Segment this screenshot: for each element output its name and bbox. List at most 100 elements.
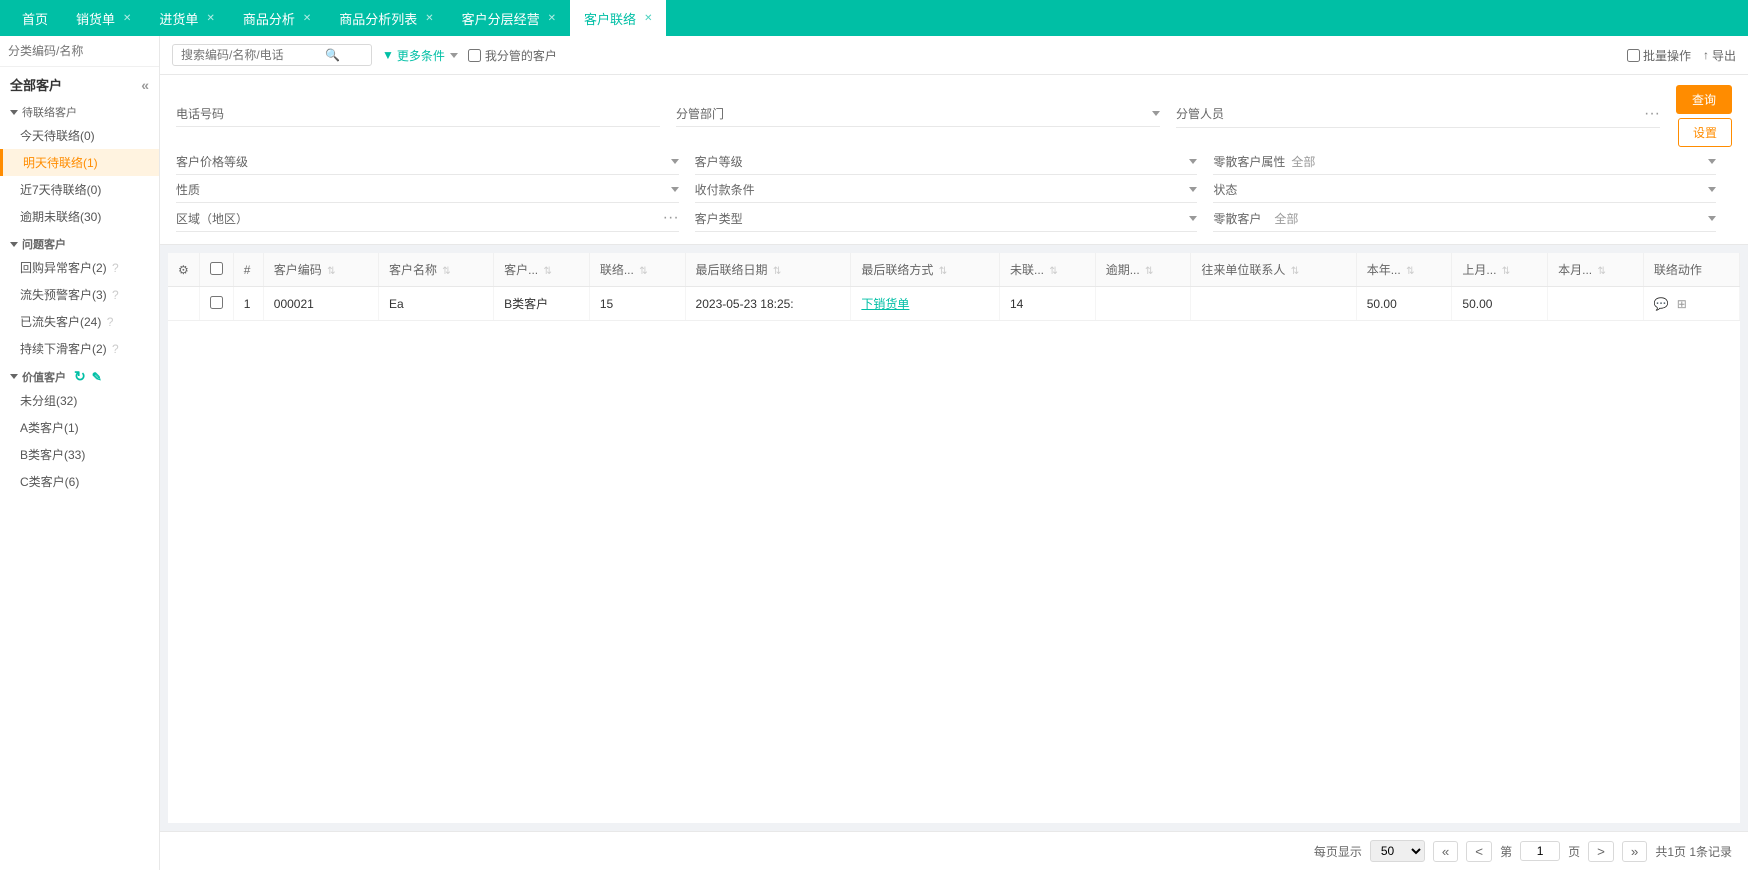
customer-level-select[interactable] [756,159,1198,164]
status-select[interactable] [1274,187,1716,192]
sidebar-item-b-class[interactable]: B类客户(33) [0,441,159,468]
last-page-btn[interactable]: » [1622,841,1647,862]
filter-nature: 性质 [176,181,679,203]
col-checkbox [199,253,233,287]
export-button[interactable]: ↑ 导出 [1703,47,1736,64]
nav-analysis-list[interactable]: 商品分析列表 ✕ [325,0,447,36]
col-overdue[interactable]: 逾期... ⇅ [1095,253,1191,287]
batch-op-check[interactable] [1627,49,1640,62]
sidebar-item-a-class[interactable]: A类客户(1) [0,414,159,441]
nav-customer-segment[interactable]: 客户分层经营 ✕ [448,0,570,36]
dept-select[interactable] [737,111,1160,116]
prev-page-btn[interactable]: < [1466,841,1492,862]
total-label: 共1页 1条记录 [1655,843,1732,860]
retail-customer-select[interactable]: 全部 [1274,210,1716,227]
sidebar-item-overdue[interactable]: 逾期未联络(30) [0,203,159,230]
my-customers-check[interactable] [468,49,481,62]
close-icon[interactable]: ✕ [425,13,433,24]
retail-attr-select[interactable]: 全部 [1291,153,1716,170]
qr-icon[interactable]: ⊞ [1677,297,1687,311]
search-icon[interactable]: 🔍 [325,48,340,62]
col-last-month[interactable]: 上月... ⇅ [1452,253,1548,287]
settings-button[interactable]: 设置 [1678,118,1732,147]
nav-home[interactable]: 首页 [8,0,62,36]
nav-analysis[interactable]: 商品分析 ✕ [229,0,325,36]
cell-name: Ea [378,287,493,321]
sidebar-item-7days[interactable]: 近7天待联络(0) [0,176,159,203]
close-icon[interactable]: ✕ [303,13,311,24]
col-contact[interactable]: 联络... ⇅ [589,253,685,287]
customer-type-select[interactable] [756,216,1198,221]
col-last-method[interactable]: 最后联络方式 ⇅ [851,253,1000,287]
page-input[interactable] [1520,841,1560,861]
col-unlisted[interactable]: 未联... ⇅ [999,253,1095,287]
phone-input[interactable] [237,107,660,121]
pending-group-title: 待联络客户 [0,98,159,122]
ellipsis-icon[interactable]: ··· [663,209,679,227]
select-all-checkbox[interactable] [210,262,223,275]
gear-icon[interactable]: ⚙ [178,263,189,277]
cell-year-amount: 50.00 [1356,287,1452,321]
col-last-date[interactable]: 最后联络日期 ⇅ [685,253,851,287]
col-gear[interactable]: ⚙ [168,253,199,287]
collapse-icon[interactable]: « [141,77,149,93]
manager-dots[interactable]: ··· [1237,105,1660,123]
sidebar-item-churned[interactable]: 已流失客户(24) ? [0,308,159,335]
close-icon[interactable]: ✕ [123,13,131,24]
row-checkbox[interactable] [210,296,223,309]
batch-op-button[interactable]: 批量操作 [1627,47,1691,64]
close-icon[interactable]: ✕ [644,13,652,24]
cell-contact-count: 15 [589,287,685,321]
chat-icon[interactable]: 💬 [1654,297,1669,311]
next-page-btn[interactable]: > [1588,841,1614,862]
col-type[interactable]: 客户... ⇅ [494,253,590,287]
ellipsis-icon[interactable]: ··· [1644,105,1660,123]
cell-unlisted: 14 [999,287,1095,321]
sidebar-item-repurchase-abnormal[interactable]: 回购异常客户(2) ? [0,254,159,281]
sidebar-item-today[interactable]: 今天待联络(0) [0,122,159,149]
chevron-down-icon [1708,187,1716,192]
filter-row-3: 性质 收付款条件 状态 [176,181,1732,203]
query-button[interactable]: 查询 [1676,85,1732,114]
region-dots[interactable]: ··· [254,209,679,227]
per-page-select[interactable]: 50 100 [1370,840,1425,862]
sidebar-item-c-class[interactable]: C类客户(6) [0,468,159,495]
nature-select[interactable] [237,187,679,192]
more-filter-button[interactable]: ▼ 更多条件 [382,47,458,64]
col-code[interactable]: 客户编码 ⇅ [263,253,378,287]
nav-customer-contact[interactable]: 客户联络 ✕ [570,0,666,36]
search-input-wrap: 🔍 [172,44,372,66]
cell-index: 1 [233,287,263,321]
expand-icon [10,110,18,115]
filter-retail-attr: 零散客户属性 全部 [1213,153,1716,175]
refresh-icon[interactable]: ↻ [74,368,86,385]
cell-overdue [1095,287,1191,321]
search-input[interactable] [181,48,321,62]
sidebar-item-churn-warning[interactable]: 流失预警客户(3) ? [0,281,159,308]
chevron-down-icon [1189,159,1197,164]
edit-icon[interactable]: ✎ [92,370,102,384]
first-page-btn[interactable]: « [1433,841,1458,862]
col-name[interactable]: 客户名称 ⇅ [378,253,493,287]
sidebar-item-ungrouped[interactable]: 未分组(32) [0,387,159,414]
cell-code: 000021 [263,287,378,321]
customer-table: ⚙ # 客户编码 ⇅ 客户名称 ⇅ 客户... ⇅ 联络... ⇅ 最后联络日期… [168,253,1740,321]
sidebar-search-input[interactable] [8,44,160,58]
nav-sales[interactable]: 销货单 ✕ [62,0,145,36]
my-customers-checkbox[interactable]: 我分管的客户 [468,47,557,64]
sidebar-item-tomorrow[interactable]: 明天待联络(1) [0,149,159,176]
col-year-amount[interactable]: 本年... ⇅ [1356,253,1452,287]
help-icon: ? [112,261,119,275]
col-this-month[interactable]: 本月... ⇅ [1548,253,1644,287]
col-contact-person[interactable]: 往来单位联系人 ⇅ [1191,253,1356,287]
price-level-select[interactable] [254,159,679,164]
cell-last-method[interactable]: 下销货单 [851,287,1000,321]
expand-icon [10,242,18,247]
sidebar-item-declining[interactable]: 持续下滑客户(2) ? [0,335,159,362]
close-icon[interactable]: ✕ [206,13,214,24]
close-icon[interactable]: ✕ [548,13,556,24]
pagination: 每页显示 50 100 « < 第 页 > » 共1页 1条记录 [160,831,1748,870]
cell-this-month [1548,287,1644,321]
payment-select[interactable] [761,187,1198,192]
nav-purchase[interactable]: 进货单 ✕ [145,0,228,36]
